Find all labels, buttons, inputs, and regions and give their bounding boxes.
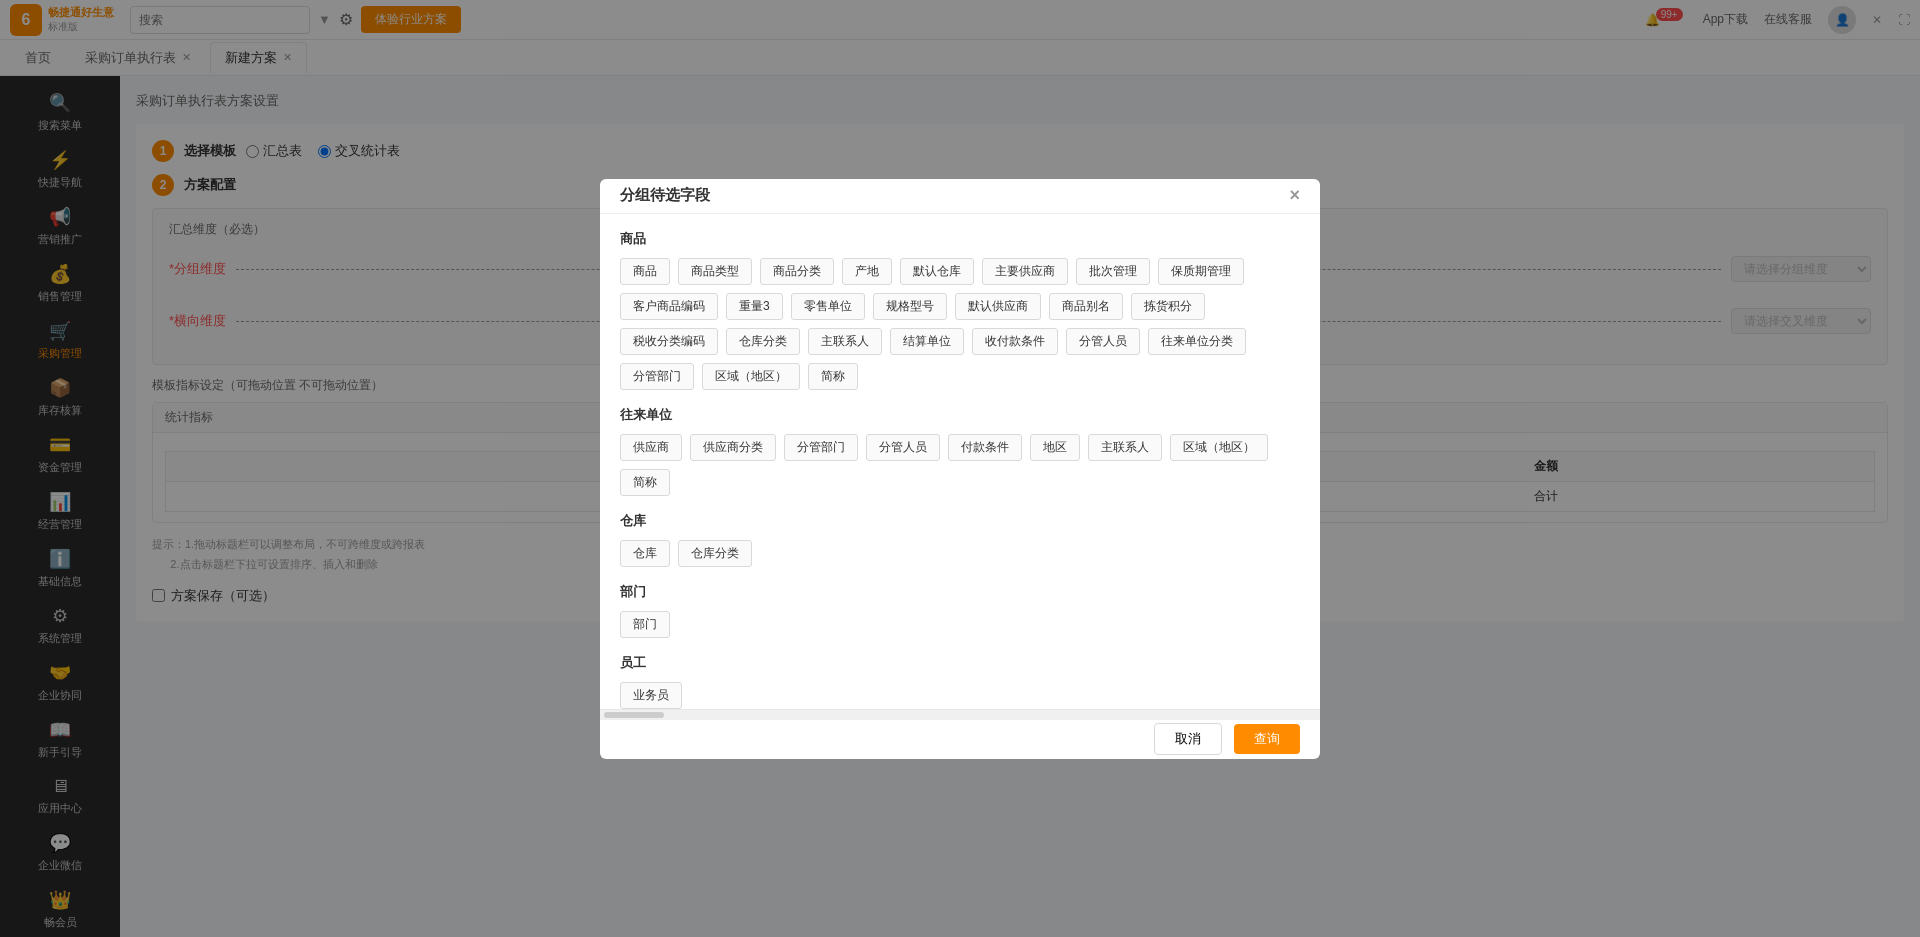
field-tag-settlement-unit[interactable]: 结算单位 — [890, 328, 964, 355]
field-tag-region[interactable]: 区域（地区） — [702, 363, 800, 390]
field-tag-product[interactable]: 商品 — [620, 258, 670, 285]
modal-header: 分组待选字段 × — [600, 179, 1320, 214]
cancel-button[interactable]: 取消 — [1154, 723, 1222, 755]
modal-hscroll[interactable] — [600, 709, 1320, 718]
field-tag-counterpart-category[interactable]: 往来单位分类 — [1148, 328, 1246, 355]
field-tag-warehouse-category[interactable]: 仓库分类 — [726, 328, 800, 355]
section-counterpart-title: 往来单位 — [620, 406, 1300, 424]
field-tag-origin[interactable]: 产地 — [842, 258, 892, 285]
field-tag-supervisor[interactable]: 分管人员 — [1066, 328, 1140, 355]
hscroll-thumb[interactable] — [604, 712, 664, 718]
field-tag-product-alias[interactable]: 商品别名 — [1049, 293, 1123, 320]
section-department-tags: 部门 — [620, 611, 1300, 638]
field-tag-main-contact[interactable]: 主联系人 — [808, 328, 882, 355]
section-department-title: 部门 — [620, 583, 1300, 601]
field-tag-weight3[interactable]: 重量3 — [726, 293, 783, 320]
modal-body: 商品 商品 商品类型 商品分类 产地 默认仓库 主要供应商 批次管理 保质期管理… — [600, 214, 1320, 710]
section-department: 部门 部门 — [620, 583, 1300, 638]
field-tag-managed-dept[interactable]: 分管部门 — [784, 434, 858, 461]
field-select-modal: 分组待选字段 × 商品 商品 商品类型 商品分类 产地 默认仓库 主要供应商 批… — [600, 179, 1320, 759]
section-warehouse: 仓库 仓库 仓库分类 — [620, 512, 1300, 567]
field-tag-shelf-life[interactable]: 保质期管理 — [1158, 258, 1244, 285]
field-tag-short-name2[interactable]: 简称 — [620, 469, 670, 496]
field-tag-tax-code[interactable]: 税收分类编码 — [620, 328, 718, 355]
section-product-title: 商品 — [620, 230, 1300, 248]
field-tag-default-supplier[interactable]: 默认供应商 — [955, 293, 1041, 320]
field-tag-warehouse-cat[interactable]: 仓库分类 — [678, 540, 752, 567]
field-tag-dept[interactable]: 分管部门 — [620, 363, 694, 390]
modal-footer: 取消 查询 — [600, 719, 1320, 759]
section-counterpart: 往来单位 供应商 供应商分类 分管部门 分管人员 付款条件 地区 主联系人 区域… — [620, 406, 1300, 496]
section-product: 商品 商品 商品类型 商品分类 产地 默认仓库 主要供应商 批次管理 保质期管理… — [620, 230, 1300, 390]
field-tag-main-contact2[interactable]: 主联系人 — [1088, 434, 1162, 461]
field-tag-main-supplier[interactable]: 主要供应商 — [982, 258, 1068, 285]
field-tag-batch-mgmt[interactable]: 批次管理 — [1076, 258, 1150, 285]
section-counterpart-tags: 供应商 供应商分类 分管部门 分管人员 付款条件 地区 主联系人 区域（地区） … — [620, 434, 1300, 496]
modal-title: 分组待选字段 — [620, 186, 710, 205]
field-tag-product-category[interactable]: 商品分类 — [760, 258, 834, 285]
field-tag-department[interactable]: 部门 — [620, 611, 670, 638]
modal-overlay: 分组待选字段 × 商品 商品 商品类型 商品分类 产地 默认仓库 主要供应商 批… — [0, 0, 1920, 937]
field-tag-pick-points[interactable]: 拣货积分 — [1131, 293, 1205, 320]
field-tag-short-name[interactable]: 简称 — [808, 363, 858, 390]
section-warehouse-title: 仓库 — [620, 512, 1300, 530]
field-tag-warehouse[interactable]: 仓库 — [620, 540, 670, 567]
section-staff-title: 员工 — [620, 654, 1300, 672]
section-product-tags: 商品 商品类型 商品分类 产地 默认仓库 主要供应商 批次管理 保质期管理 客户… — [620, 258, 1300, 390]
field-tag-product-type[interactable]: 商品类型 — [678, 258, 752, 285]
field-tag-payment-terms[interactable]: 收付款条件 — [972, 328, 1058, 355]
field-tag-area[interactable]: 地区 — [1030, 434, 1080, 461]
field-tag-retail-unit[interactable]: 零售单位 — [791, 293, 865, 320]
field-tag-supplier[interactable]: 供应商 — [620, 434, 682, 461]
field-tag-payment-cond[interactable]: 付款条件 — [948, 434, 1022, 461]
field-tag-region2[interactable]: 区域（地区） — [1170, 434, 1268, 461]
field-tag-supplier-category[interactable]: 供应商分类 — [690, 434, 776, 461]
section-staff-tags: 业务员 — [620, 682, 1300, 709]
confirm-button[interactable]: 查询 — [1234, 724, 1300, 754]
section-warehouse-tags: 仓库 仓库分类 — [620, 540, 1300, 567]
modal-close-btn[interactable]: × — [1289, 185, 1300, 206]
section-staff: 员工 业务员 — [620, 654, 1300, 709]
field-tag-managed-person[interactable]: 分管人员 — [866, 434, 940, 461]
field-tag-salesperson[interactable]: 业务员 — [620, 682, 682, 709]
field-tag-default-warehouse[interactable]: 默认仓库 — [900, 258, 974, 285]
field-tag-customer-code[interactable]: 客户商品编码 — [620, 293, 718, 320]
field-tag-spec-model[interactable]: 规格型号 — [873, 293, 947, 320]
